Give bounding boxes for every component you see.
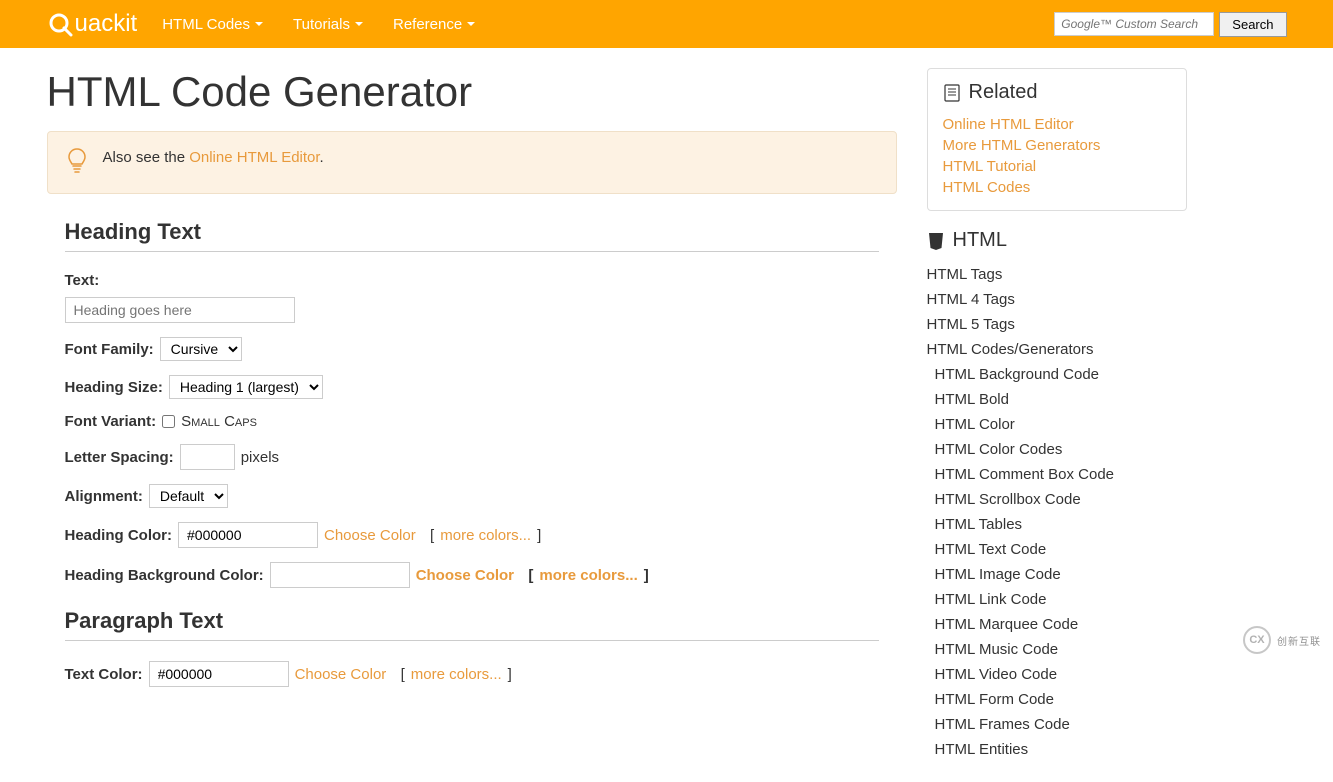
- text-color-label: Text Color:: [65, 666, 143, 683]
- html-link[interactable]: HTML Tags: [927, 262, 1187, 287]
- nav-html-codes[interactable]: HTML Codes: [162, 16, 263, 33]
- sidebar: Related Online HTML Editor More HTML Gen…: [927, 68, 1187, 762]
- caret-icon: [355, 22, 363, 26]
- bracket-close: ]: [508, 666, 512, 683]
- font-family-select[interactable]: Cursive: [160, 337, 242, 361]
- watermark: CX 创新互联: [1243, 626, 1321, 654]
- heading-section-title: Heading Text: [65, 219, 879, 252]
- html-sublink[interactable]: HTML Music Code: [927, 637, 1187, 662]
- alignment-select[interactable]: Default: [149, 484, 228, 508]
- choose-color-link[interactable]: Choose Color: [324, 527, 416, 544]
- heading-bg-label: Heading Background Color:: [65, 567, 264, 584]
- caret-icon: [467, 22, 475, 26]
- nav-links: HTML Codes Tutorials Reference: [162, 16, 475, 33]
- html-sublink[interactable]: HTML Entities: [927, 737, 1187, 762]
- related-link[interactable]: More HTML Generators: [943, 135, 1171, 156]
- html-sublink[interactable]: HTML Scrollbox Code: [927, 487, 1187, 512]
- html-link[interactable]: HTML Codes/Generators: [927, 337, 1187, 362]
- bracket-open: [: [422, 527, 435, 544]
- html-sublink[interactable]: HTML Video Code: [927, 662, 1187, 687]
- heading-color-label: Heading Color:: [65, 527, 173, 544]
- small-caps-label: Small Caps: [181, 413, 257, 430]
- more-bg-colors-link[interactable]: more colors...: [539, 567, 637, 584]
- search-button[interactable]: Search: [1219, 12, 1286, 37]
- choose-text-color-link[interactable]: Choose Color: [295, 666, 387, 683]
- heading-size-select[interactable]: Heading 1 (largest): [169, 375, 323, 399]
- font-family-label: Font Family:: [65, 341, 154, 358]
- html5-icon: [927, 232, 945, 250]
- html-sublink[interactable]: HTML Image Code: [927, 562, 1187, 587]
- html-box: HTML HTML Tags HTML 4 Tags HTML 5 Tags H…: [927, 229, 1187, 762]
- related-link[interactable]: HTML Codes: [943, 177, 1171, 198]
- search-area: Search: [1054, 12, 1286, 37]
- text-label: Text:: [65, 272, 100, 289]
- more-colors-link[interactable]: more colors...: [440, 527, 531, 544]
- heading-size-label: Heading Size:: [65, 379, 163, 396]
- html-sublink[interactable]: HTML Frames Code: [927, 712, 1187, 737]
- top-navbar: uackit HTML Codes Tutorials Reference Se…: [0, 0, 1333, 48]
- nav-tutorials[interactable]: Tutorials: [293, 16, 363, 33]
- font-variant-label: Font Variant:: [65, 413, 157, 430]
- html-sublink[interactable]: HTML Form Code: [927, 687, 1187, 712]
- html-sublink[interactable]: HTML Background Code: [927, 362, 1187, 387]
- text-color-input[interactable]: [149, 661, 289, 687]
- related-links: Online HTML Editor More HTML Generators …: [943, 114, 1171, 198]
- related-link[interactable]: HTML Tutorial: [943, 156, 1171, 177]
- bracket-close: ]: [537, 527, 541, 544]
- logo[interactable]: uackit: [47, 10, 138, 38]
- alignment-label: Alignment:: [65, 488, 143, 505]
- heading-bg-input[interactable]: [270, 562, 410, 588]
- watermark-icon: CX: [1243, 626, 1271, 654]
- bracket-close: ]: [644, 567, 649, 584]
- tip-text: Also see the Online HTML Editor.: [103, 147, 324, 170]
- search-input[interactable]: [1054, 12, 1214, 36]
- bracket-open: [: [392, 666, 405, 683]
- logo-icon: [47, 11, 73, 37]
- paragraph-section-title: Paragraph Text: [65, 608, 879, 641]
- heading-text-input[interactable]: [65, 297, 295, 323]
- heading-color-input[interactable]: [178, 522, 318, 548]
- related-box: Related Online HTML Editor More HTML Gen…: [927, 68, 1187, 211]
- html-links: HTML Tags HTML 4 Tags HTML 5 Tags HTML C…: [927, 262, 1187, 762]
- page-title: HTML Code Generator: [47, 68, 897, 116]
- nav-reference[interactable]: Reference: [393, 16, 475, 33]
- related-title: Related: [943, 81, 1171, 104]
- html-sublink[interactable]: HTML Link Code: [927, 587, 1187, 612]
- html-sublink[interactable]: HTML Bold: [927, 387, 1187, 412]
- pixels-label: pixels: [241, 449, 279, 466]
- choose-bg-color-link[interactable]: Choose Color: [416, 567, 514, 584]
- html-sublink[interactable]: HTML Marquee Code: [927, 612, 1187, 637]
- tip-link[interactable]: Online HTML Editor: [189, 149, 319, 166]
- small-caps-checkbox[interactable]: [162, 415, 175, 428]
- html-sublink[interactable]: HTML Color Codes: [927, 437, 1187, 462]
- html-sublink[interactable]: HTML Comment Box Code: [927, 462, 1187, 487]
- document-icon: [943, 84, 961, 102]
- html-link[interactable]: HTML 5 Tags: [927, 312, 1187, 337]
- letter-spacing-label: Letter Spacing:: [65, 449, 174, 466]
- related-link[interactable]: Online HTML Editor: [943, 114, 1171, 135]
- html-sublink[interactable]: HTML Text Code: [927, 537, 1187, 562]
- caret-icon: [255, 22, 263, 26]
- more-text-colors-link[interactable]: more colors...: [411, 666, 502, 683]
- main-content: HTML Code Generator Also see the Online …: [47, 68, 897, 762]
- bracket-open: [: [520, 567, 533, 584]
- lightbulb-icon: [66, 147, 88, 178]
- html-sublink[interactable]: HTML Tables: [927, 512, 1187, 537]
- tip-box: Also see the Online HTML Editor.: [47, 131, 897, 194]
- html-title: HTML: [927, 229, 1187, 252]
- html-sublink[interactable]: HTML Color: [927, 412, 1187, 437]
- letter-spacing-input[interactable]: [180, 444, 235, 470]
- html-link[interactable]: HTML 4 Tags: [927, 287, 1187, 312]
